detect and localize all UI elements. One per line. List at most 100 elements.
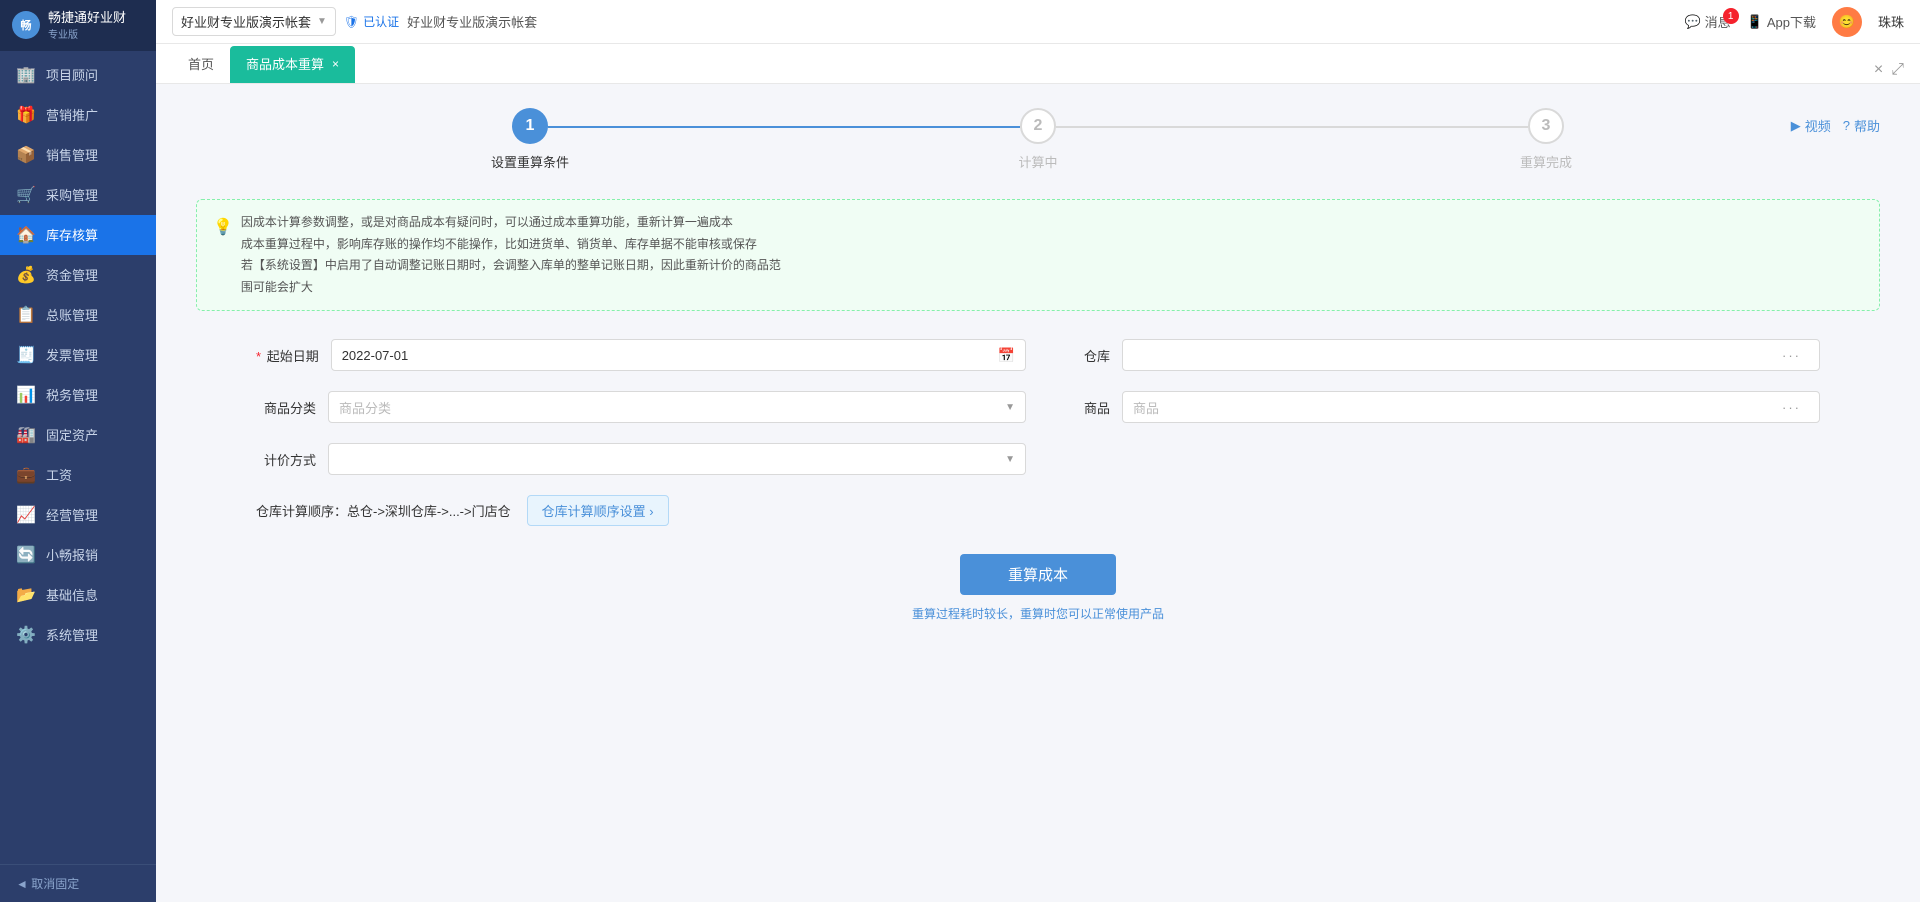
step-1: 1 设置重算条件	[276, 108, 784, 171]
info-text: 因成本计算参数调整，或是对商品成本有疑问时，可以通过成本重算功能，重新计算一遍成…	[241, 212, 781, 298]
sidebar-item-label: 工资	[46, 465, 72, 484]
verified-badge: 🛡 已认证	[344, 13, 399, 30]
category-group: 商品分类 商品分类 ▼	[256, 391, 1026, 423]
sidebar-item-label: 销售管理	[46, 145, 98, 164]
help-link[interactable]: ? 帮助	[1843, 116, 1880, 135]
tab-home[interactable]: 首页	[172, 46, 230, 83]
sidebar-item-tax[interactable]: 📊 税务管理	[0, 375, 156, 415]
start-date-group: * 起始日期 2022-07-01 📅	[256, 339, 1026, 371]
sidebar-item-label: 采购管理	[46, 185, 98, 204]
info-line4: 围可能会扩大	[241, 277, 781, 299]
sidebar-item-purchase[interactable]: 🛒 采购管理	[0, 175, 156, 215]
product-group: 商品 商品 ···	[1050, 391, 1820, 423]
sidebar-item-expense[interactable]: 🔄 小畅报销	[0, 535, 156, 575]
chevron-down-icon: ▼	[1005, 454, 1015, 465]
expense-icon: 🔄	[16, 545, 36, 565]
product-input[interactable]: 商品 ···	[1122, 391, 1820, 423]
sidebar-item-system[interactable]: ⚙️ 系统管理	[0, 615, 156, 655]
sidebar: 畅 畅捷通好业财 专业版 🏢 项目顾问 🎁 营销推广 📦 销售管理 🛒 采购管理…	[0, 0, 156, 902]
start-date-input[interactable]: 2022-07-01 📅	[331, 339, 1026, 371]
message-badge: 1	[1723, 8, 1739, 24]
system-icon: ⚙️	[16, 625, 36, 645]
sidebar-item-basic[interactable]: 📂 基础信息	[0, 575, 156, 615]
payroll-icon: 💼	[16, 465, 36, 485]
close-window-icon[interactable]: ×	[1874, 61, 1883, 79]
project-icon: 🏢	[16, 65, 36, 85]
sidebar-item-label: 资金管理	[46, 265, 98, 284]
category-label: 商品分类	[256, 398, 316, 417]
step-1-circle: 1	[512, 108, 548, 144]
purchase-icon: 🛒	[16, 185, 36, 205]
form-row-1: * 起始日期 2022-07-01 📅 仓库 ···	[256, 339, 1820, 371]
message-icon: 💬	[1684, 14, 1700, 30]
step-2-line	[1056, 126, 1528, 128]
phone-icon: 📱	[1747, 14, 1763, 30]
finance-icon: 💰	[16, 265, 36, 285]
warehouse-dots-icon[interactable]: ···	[1774, 348, 1809, 363]
brand-info: 畅捷通好业财 专业版	[48, 10, 126, 41]
sidebar-item-label: 项目顾问	[46, 65, 98, 84]
step-2: 2 计算中	[784, 108, 1292, 171]
step-2-label: 计算中	[1018, 152, 1057, 171]
expand-window-icon[interactable]: ⤢	[1891, 61, 1904, 79]
app-download-button[interactable]: 📱 App下载	[1747, 12, 1816, 31]
sales-icon: 📦	[16, 145, 36, 165]
warehouse-label: 仓库	[1050, 346, 1110, 365]
recalc-button[interactable]: 重算成本	[960, 554, 1116, 595]
pricing-select[interactable]: ▼	[328, 443, 1026, 475]
tab-recalc-label: 商品成本重算	[246, 54, 324, 73]
sidebar-item-invoice[interactable]: 🧾 发票管理	[0, 335, 156, 375]
unpin-label: ◄ 取消固定	[16, 875, 79, 892]
start-date-label: * 起始日期	[256, 346, 319, 365]
invoice-icon: 🧾	[16, 345, 36, 365]
user-name-label: 珠珠	[1878, 12, 1904, 31]
inventory-icon: 🏠	[16, 225, 36, 245]
main-content: 好业财专业版演示帐套 ▼ 🛡 已认证 好业财专业版演示帐套 💬 消息 1 📱 A…	[156, 0, 1920, 902]
ledger-icon: 📋	[16, 305, 36, 325]
verified-text: 已认证	[363, 13, 399, 30]
sidebar-item-operations[interactable]: 📈 经营管理	[0, 495, 156, 535]
pricing-group: 计价方式 ▼	[256, 443, 1026, 475]
account-selector[interactable]: 好业财专业版演示帐套 ▼	[172, 7, 336, 36]
sidebar-item-ledger[interactable]: 📋 总账管理	[0, 295, 156, 335]
sidebar-item-label: 基础信息	[46, 585, 98, 604]
calc-order-settings-button[interactable]: 仓库计算顺序设置 ›	[527, 495, 669, 526]
form-row-2: 商品分类 商品分类 ▼ 商品 商品 ···	[256, 391, 1820, 423]
sidebar-unpin-button[interactable]: ◄ 取消固定	[0, 864, 156, 902]
sidebar-item-payroll[interactable]: 💼 工资	[0, 455, 156, 495]
sidebar-item-inventory[interactable]: 🏠 库存核算	[0, 215, 156, 255]
tabs-bar: 首页 商品成本重算 × × ⤢	[156, 44, 1920, 84]
warehouse-input[interactable]: ···	[1122, 339, 1820, 371]
video-link[interactable]: ▶ 视频	[1791, 116, 1831, 135]
submit-hint: 重算过程耗时较长，重算时您可以正常使用产品	[912, 605, 1164, 622]
brand-name: 畅捷通好业财	[48, 10, 126, 26]
chevron-down-icon: ▼	[1005, 402, 1015, 413]
sidebar-item-marketing[interactable]: 🎁 营销推广	[0, 95, 156, 135]
sidebar-item-project[interactable]: 🏢 项目顾问	[0, 55, 156, 95]
messages-button[interactable]: 💬 消息 1	[1684, 12, 1730, 31]
tab-recalc[interactable]: 商品成本重算 ×	[230, 46, 355, 83]
submit-area: 重算成本 重算过程耗时较长，重算时您可以正常使用产品	[256, 554, 1820, 622]
form-row-3: 计价方式 ▼	[256, 443, 1820, 475]
step-1-line	[548, 126, 1020, 128]
sidebar-nav: 🏢 项目顾问 🎁 营销推广 📦 销售管理 🛒 采购管理 🏠 库存核算 💰 资金管…	[0, 51, 156, 864]
avatar-img: 😊	[1839, 14, 1855, 30]
topbar: 好业财专业版演示帐套 ▼ 🛡 已认证 好业财专业版演示帐套 💬 消息 1 📱 A…	[156, 0, 1920, 44]
logo-icon: 畅	[12, 11, 40, 39]
category-select[interactable]: 商品分类 ▼	[328, 391, 1026, 423]
pricing-label: 计价方式	[256, 450, 316, 469]
sidebar-item-label: 经营管理	[46, 505, 98, 524]
sidebar-item-sales[interactable]: 📦 销售管理	[0, 135, 156, 175]
steps-actions: ▶ 视频 ? 帮助	[1791, 116, 1880, 135]
content-area: 1 设置重算条件 2 计算中 3 重算完成	[156, 84, 1920, 902]
step-1-label: 设置重算条件	[491, 152, 569, 171]
operations-icon: 📈	[16, 505, 36, 525]
info-line2: 成本重算过程中，影响库存账的操作均不能操作，比如进货单、销货单、库存单据不能审核…	[241, 234, 781, 256]
sidebar-item-label: 发票管理	[46, 345, 98, 364]
tab-close-icon[interactable]: ×	[332, 57, 339, 71]
user-avatar[interactable]: 😊	[1832, 7, 1862, 37]
sidebar-item-finance[interactable]: 💰 资金管理	[0, 255, 156, 295]
sidebar-item-assets[interactable]: 🏭 固定资产	[0, 415, 156, 455]
product-dots-icon[interactable]: ···	[1774, 400, 1809, 415]
sidebar-item-label: 税务管理	[46, 385, 98, 404]
